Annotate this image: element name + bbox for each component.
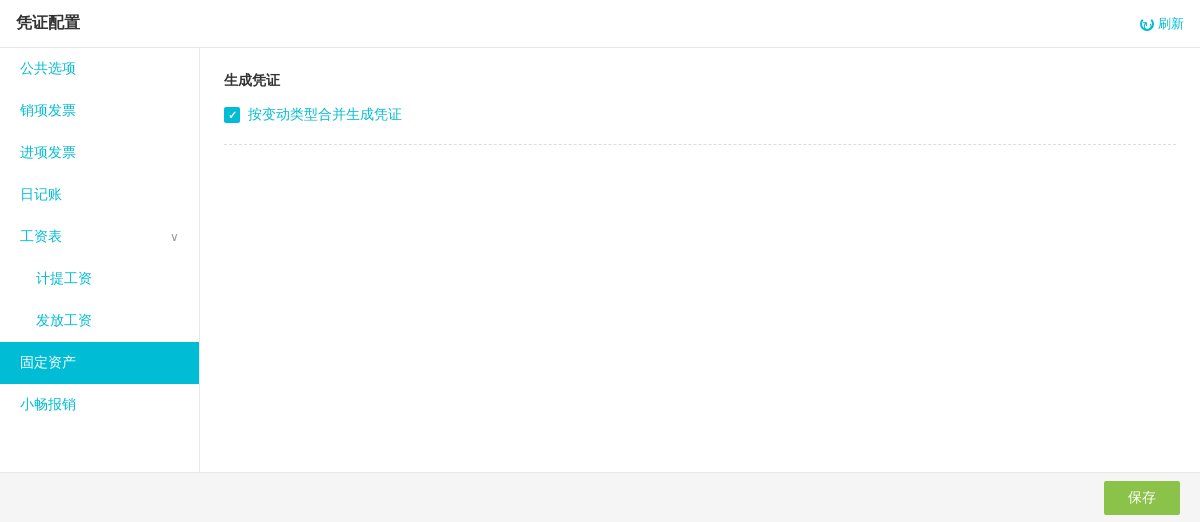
sidebar-item-public-options[interactable]: 公共选项 [0,48,199,90]
checkbox-row: 按变动类型合并生成凭证 [224,106,1176,124]
save-button[interactable]: 保存 [1104,481,1180,515]
header: 凭证配置 ↻ 刷新 [0,0,1200,48]
sidebar-item-journal[interactable]: 日记账 [0,174,199,216]
refresh-button[interactable]: ↻ 刷新 [1140,15,1184,33]
sidebar-item-purchase-invoice[interactable]: 进项发票 [0,132,199,174]
footer: 保存 [0,472,1200,522]
sidebar-item-payroll[interactable]: 工资表 ∨ [0,216,199,258]
merge-by-type-checkbox[interactable] [224,107,240,123]
checkbox-label: 按变动类型合并生成凭证 [248,106,402,124]
refresh-icon: ↻ [1140,17,1154,31]
sidebar-item-expense-reimbursement[interactable]: 小畅报销 [0,384,199,426]
sidebar-item-sales-invoice[interactable]: 销项发票 [0,90,199,132]
sidebar-item-pay-salary[interactable]: 发放工资 [0,300,199,342]
section-divider [224,144,1176,145]
main-content: 生成凭证 按变动类型合并生成凭证 [200,48,1200,472]
chevron-down-icon: ∨ [170,230,179,244]
refresh-label: 刷新 [1158,15,1184,33]
body: 公共选项 销项发票 进项发票 日记账 工资表 ∨ 计提工资 发放工资 固定资 [0,48,1200,472]
sidebar-item-accrual-salary[interactable]: 计提工资 [0,258,199,300]
page-title: 凭证配置 [16,13,80,34]
sidebar: 公共选项 销项发票 进项发票 日记账 工资表 ∨ 计提工资 发放工资 固定资 [0,48,200,472]
sidebar-item-fixed-assets[interactable]: 固定资产 [0,342,199,384]
section-title: 生成凭证 [224,72,1176,90]
